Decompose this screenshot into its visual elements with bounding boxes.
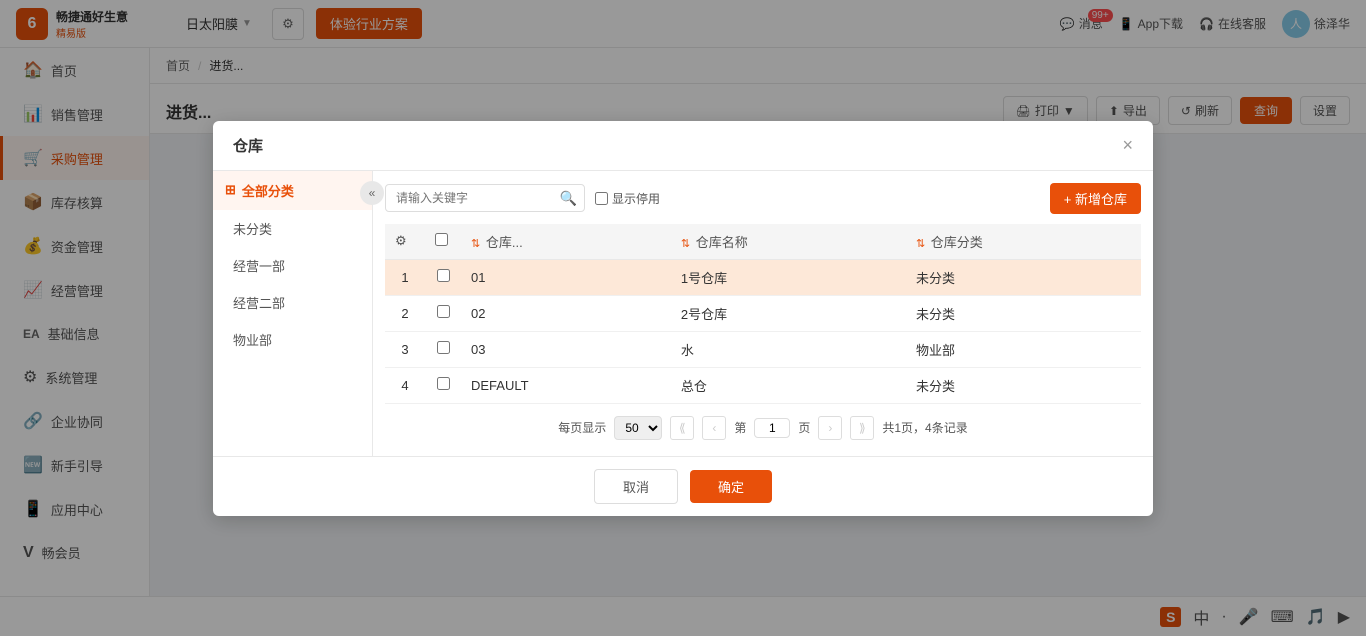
modal-overlay: 仓库 × ⊞ 全部分类 « 未分类 经营一部 经营二部 物业部 (0, 0, 1366, 636)
show-disabled-toggle[interactable]: 显示停用 (595, 190, 660, 207)
category-item-ops2[interactable]: 经营二部 (213, 284, 372, 321)
cancel-button[interactable]: 取消 (594, 469, 678, 504)
grid-icon: ⊞ (225, 182, 236, 198)
table-toolbar: 🔍 显示停用 + 新增仓库 (385, 183, 1141, 214)
row-cb-1[interactable] (425, 259, 461, 295)
table-row[interactable]: 3 03 水 物业部 (385, 331, 1141, 367)
per-page-label: 每页显示 (558, 419, 606, 436)
warehouse-modal: 仓库 × ⊞ 全部分类 « 未分类 经营一部 经营二部 物业部 (213, 121, 1153, 516)
first-page-button[interactable]: ⟪ (670, 416, 694, 440)
row-code-3: 03 (461, 331, 671, 367)
search-input[interactable] (385, 184, 585, 212)
table-row[interactable]: 4 DEFAULT 总仓 未分类 (385, 367, 1141, 403)
row-num-4: 4 (385, 367, 425, 403)
chevron-left-icon: « (369, 186, 376, 200)
row-checkbox-4[interactable] (437, 377, 450, 390)
row-num-3: 3 (385, 331, 425, 367)
row-code-4: DEFAULT (461, 367, 671, 403)
table-head: ⚙ ⇅ 仓库... ⇅ (385, 224, 1141, 260)
page-label: 第 (734, 419, 746, 436)
prev-page-button[interactable]: ‹ (702, 416, 726, 440)
modal-body: ⊞ 全部分类 « 未分类 经营一部 经营二部 物业部 🔍 (213, 171, 1153, 456)
modal-title: 仓库 (233, 135, 263, 156)
th-category: ⇅ 仓库分类 (906, 224, 1141, 260)
row-name-1: 1号仓库 (671, 259, 906, 295)
row-checkbox-2[interactable] (437, 305, 450, 318)
table-container: ⚙ ⇅ 仓库... ⇅ (385, 224, 1141, 404)
row-name-2: 2号仓库 (671, 295, 906, 331)
category-item-unclassified[interactable]: 未分类 (213, 210, 372, 247)
category-panel: ⊞ 全部分类 « 未分类 经营一部 经营二部 物业部 (213, 171, 373, 456)
table-row[interactable]: 1 01 1号仓库 未分类 (385, 259, 1141, 295)
modal-close-button[interactable]: × (1122, 135, 1133, 156)
row-cb-4[interactable] (425, 367, 461, 403)
modal-footer: 取消 确定 (213, 456, 1153, 516)
row-code-1: 01 (461, 259, 671, 295)
th-name: ⇅ 仓库名称 (671, 224, 906, 260)
table-panel: 🔍 显示停用 + 新增仓库 ⚙ (373, 171, 1153, 456)
category-collapse-button[interactable]: « (360, 181, 384, 205)
add-warehouse-button[interactable]: + 新增仓库 (1050, 183, 1141, 214)
show-disabled-checkbox[interactable] (595, 192, 608, 205)
th-checkbox (425, 224, 461, 260)
page-suffix: 页 (798, 419, 810, 436)
pagination-bar: 每页显示 50 ⟪ ‹ 第 页 › ⟫ 共1页，4条记录 (385, 404, 1141, 444)
row-cb-3[interactable] (425, 331, 461, 367)
row-actions-1: 1 (385, 259, 425, 295)
per-page-select[interactable]: 50 (614, 416, 662, 440)
last-page-button[interactable]: ⟫ (850, 416, 874, 440)
sort-icon-category: ⇅ (916, 238, 925, 250)
row-checkbox-3[interactable] (437, 341, 450, 354)
table-row[interactable]: 2 02 2号仓库 未分类 (385, 295, 1141, 331)
row-num-2: 2 (385, 295, 425, 331)
row-cb-2[interactable] (425, 295, 461, 331)
gear-icon: ⚙ (395, 233, 407, 248)
next-page-button[interactable]: › (818, 416, 842, 440)
row-code-2: 02 (461, 295, 671, 331)
category-item-property[interactable]: 物业部 (213, 321, 372, 358)
warehouse-table: ⚙ ⇅ 仓库... ⇅ (385, 224, 1141, 404)
all-category-button[interactable]: ⊞ 全部分类 (213, 171, 372, 210)
search-button[interactable]: 🔍 (560, 190, 577, 207)
confirm-button[interactable]: 确定 (690, 470, 772, 503)
total-info: 共1页，4条记录 (882, 419, 967, 436)
row-category-2: 未分类 (906, 295, 1141, 331)
th-settings: ⚙ (385, 224, 425, 260)
search-box: 🔍 (385, 184, 585, 212)
category-item-ops1[interactable]: 经营一部 (213, 247, 372, 284)
sort-icon-name: ⇅ (681, 238, 690, 250)
row-category-1: 未分类 (906, 259, 1141, 295)
select-all-checkbox[interactable] (435, 233, 448, 246)
th-code: ⇅ 仓库... (461, 224, 671, 260)
page-number-input[interactable] (754, 418, 790, 438)
row-category-3: 物业部 (906, 331, 1141, 367)
row-category-4: 未分类 (906, 367, 1141, 403)
row-checkbox-1[interactable] (437, 269, 450, 282)
sort-icon-code: ⇅ (471, 238, 480, 250)
row-name-4: 总仓 (671, 367, 906, 403)
table-body: 1 01 1号仓库 未分类 2 (385, 259, 1141, 403)
row-name-3: 水 (671, 331, 906, 367)
modal-header: 仓库 × (213, 121, 1153, 171)
